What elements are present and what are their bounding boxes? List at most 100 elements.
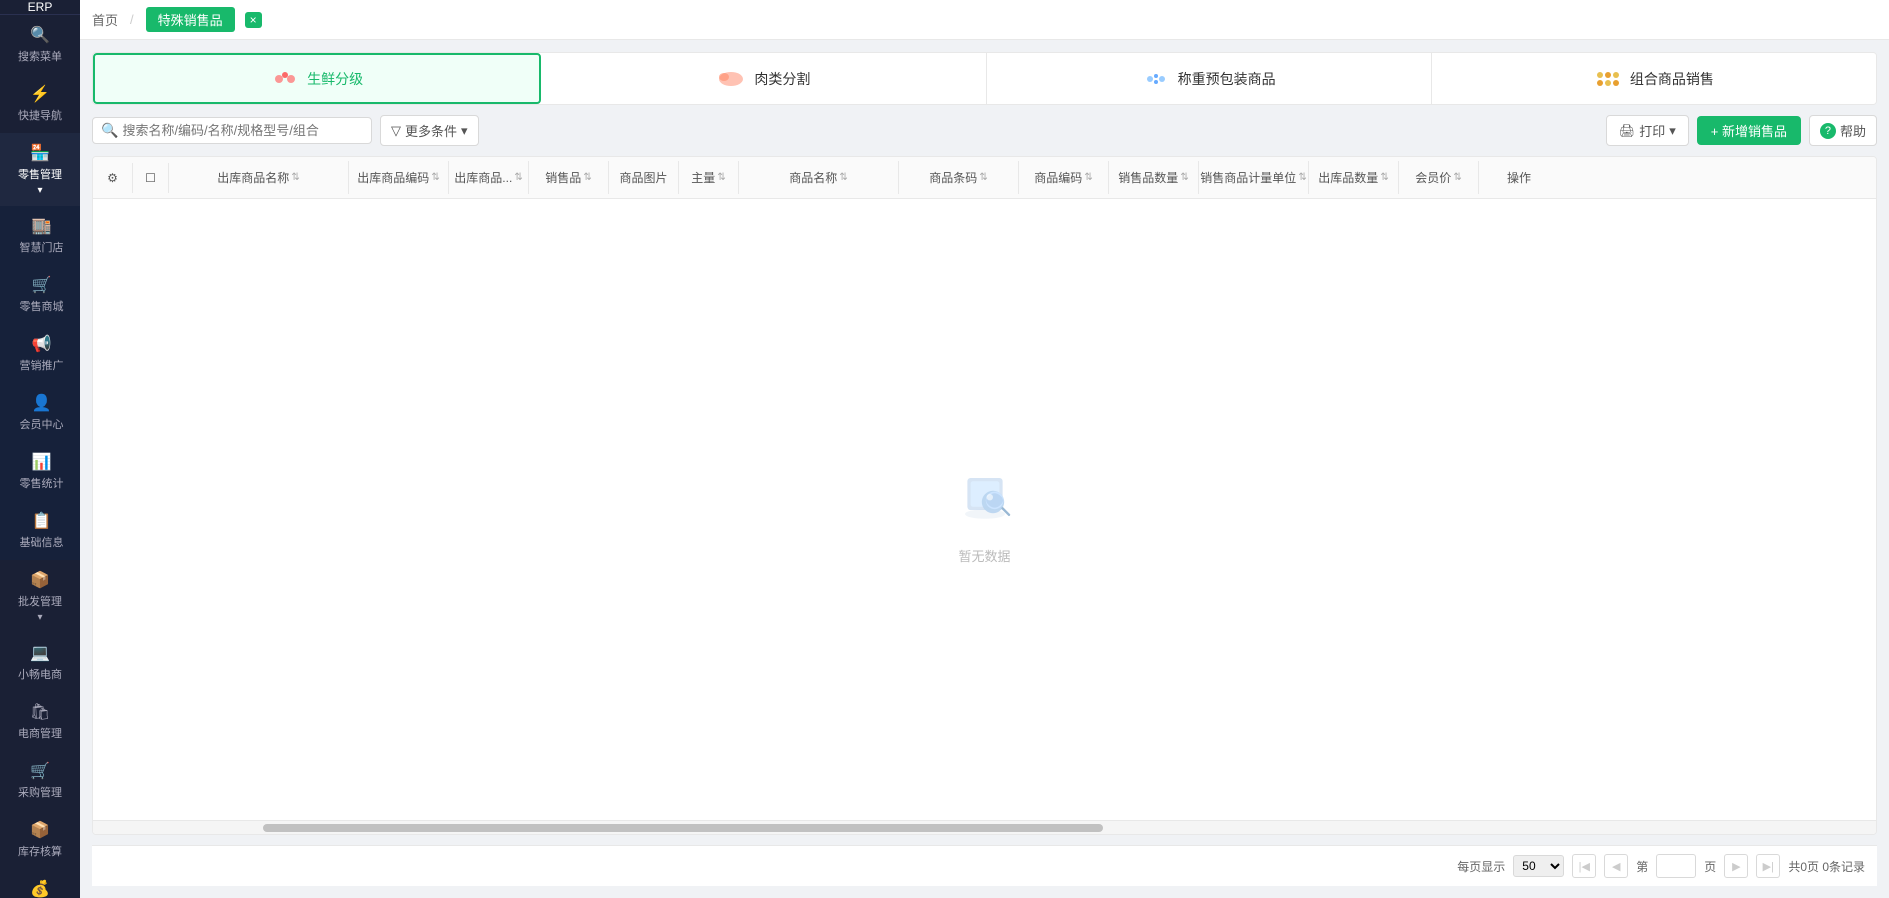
breadcrumb-active-tab[interactable]: 特殊销售品	[146, 7, 235, 32]
toolbar-left: 🔍 ▽ 更多条件 ▾	[92, 115, 479, 146]
sidebar-item-ecom-mgmt[interactable]: 🛍 电商管理	[0, 692, 80, 751]
sidebar-item-search-menu[interactable]: 🔍 搜索菜单	[0, 15, 80, 74]
print-label: 打印	[1639, 121, 1665, 140]
total-label: 共0页 0条记录	[1788, 858, 1865, 875]
search-box[interactable]: 🔍	[92, 117, 372, 144]
th-saleitem[interactable]: 销售品 ⇅	[529, 161, 609, 194]
basic-info-icon: 📋	[32, 511, 52, 531]
sort-icon: ⇅	[1180, 172, 1188, 183]
page-input[interactable]: 1	[1656, 854, 1696, 878]
mini-ecom-icon: 💻	[30, 643, 50, 663]
th-op-label: 操作	[1507, 169, 1531, 186]
sort-icon: ⇅	[717, 172, 725, 183]
tab-weight-pack[interactable]: 称重预包装商品	[987, 53, 1432, 104]
th-settings[interactable]: ⚙	[93, 163, 133, 193]
th-main[interactable]: 主量 ⇅	[679, 161, 739, 194]
last-page-btn[interactable]: ▶|	[1756, 854, 1780, 878]
th-goodsname[interactable]: 商品名称 ⇅	[739, 161, 899, 194]
sort-icon: ⇅	[1084, 172, 1092, 183]
filter-button[interactable]: ▽ 更多条件 ▾	[380, 115, 479, 146]
th-outsku[interactable]: 出库商品... ⇅	[449, 161, 529, 194]
sidebar-item-label: 零售商城	[20, 298, 64, 314]
th-saleqty[interactable]: 销售品数量 ⇅	[1109, 161, 1199, 194]
th-goodscode[interactable]: 商品编码 ⇅	[1019, 161, 1109, 194]
sidebar-item-basic-info[interactable]: 📋 基础信息	[0, 501, 80, 560]
sort-icon: ⇅	[1380, 172, 1388, 183]
breadcrumb-separator: /	[130, 12, 134, 27]
tab-close-btn[interactable]: ×	[245, 12, 262, 28]
sidebar-item-label: 会员中心	[20, 416, 64, 432]
page-size-label: 每页显示	[1457, 858, 1505, 875]
tab-row: 生鲜分级 肉类分割	[92, 52, 1877, 105]
ecom-mgmt-icon: 🛍	[30, 702, 50, 722]
breadcrumb-home[interactable]: 首页	[92, 10, 118, 29]
first-page-btn[interactable]: |◀	[1572, 854, 1596, 878]
th-outsku-label: 出库商品...	[454, 169, 512, 186]
sidebar-item-label: 快捷导航	[18, 107, 62, 123]
print-icon: 🖨	[1619, 123, 1636, 139]
retail-stats-icon: 📊	[32, 452, 52, 472]
th-outname[interactable]: 出库商品名称 ⇅	[169, 161, 349, 194]
tab-combo-sale[interactable]: 组合商品销售	[1432, 53, 1876, 104]
search-input[interactable]	[122, 123, 363, 138]
add-label: + 新增销售品	[1711, 121, 1787, 140]
sidebar-item-label: 零售管理	[18, 166, 62, 182]
chevron-down-icon: ▾	[37, 612, 42, 623]
help-button[interactable]: ? 帮助	[1809, 115, 1877, 146]
th-memberprice-label: 会员价	[1415, 169, 1451, 186]
sidebar-item-label: 库存核算	[18, 843, 62, 859]
sidebar-item-smart-store[interactable]: 🏬 智慧门店	[0, 206, 80, 265]
sidebar-item-retail-mgmt[interactable]: 🏪 零售管理 ▾	[0, 133, 80, 206]
sidebar-item-quick-nav[interactable]: ⚡ 快捷导航	[0, 74, 80, 133]
prev-page-btn[interactable]: ◀	[1604, 854, 1628, 878]
inventory-icon: 📦	[30, 820, 50, 840]
sidebar-item-sales-promo[interactable]: 📢 营销推广	[0, 324, 80, 383]
chevron-down-icon: ▾	[461, 123, 468, 139]
sidebar-item-retail-mall[interactable]: 🛒 零售商城	[0, 265, 80, 324]
th-saleitem-label: 销售品	[545, 169, 581, 186]
tab-fresh-grade[interactable]: 生鲜分级	[93, 53, 541, 104]
sidebar-item-finance[interactable]: 💰 资金管理	[0, 869, 80, 898]
smart-store-icon: 🏬	[32, 216, 52, 236]
sidebar-item-label: 电商管理	[18, 725, 62, 741]
sidebar-item-label: 零售统计	[20, 475, 64, 491]
th-barcode[interactable]: 商品条码 ⇅	[899, 161, 1019, 194]
sidebar-item-wholesale-mgmt[interactable]: 📦 批发管理 ▾	[0, 560, 80, 633]
top-nav: 首页 / 特殊销售品 ×	[80, 0, 1889, 40]
finance-icon: 💰	[30, 879, 50, 898]
th-outcode[interactable]: 出库商品编码 ⇅	[349, 161, 449, 194]
th-memberprice[interactable]: 会员价 ⇅	[1399, 161, 1479, 194]
sort-icon: ⇅	[514, 172, 522, 183]
next-page-btn[interactable]: ▶	[1724, 854, 1748, 878]
th-check[interactable]: ☐	[133, 163, 169, 193]
th-saleunit[interactable]: 销售商品计量单位 ⇅	[1199, 161, 1309, 194]
th-img[interactable]: 商品图片	[609, 161, 679, 194]
purchase-mgmt-icon: 🛒	[30, 761, 50, 781]
th-outqty[interactable]: 出库品数量 ⇅	[1309, 161, 1399, 194]
table-container: ⚙ ☐ 出库商品名称 ⇅ 出库商品编码 ⇅ 出库商品... ⇅	[92, 156, 1877, 835]
retail-mall-icon: 🛒	[32, 275, 52, 295]
page-label: 第	[1636, 858, 1648, 875]
sidebar-item-purchase-mgmt[interactable]: 🛒 采购管理	[0, 751, 80, 810]
scrollbar-thumb[interactable]	[263, 824, 1103, 832]
tab-meat-cut-label: 肉类分割	[754, 69, 810, 89]
sidebar-item-mini-ecom[interactable]: 💻 小畅电商	[0, 633, 80, 692]
toolbar-row: 🔍 ▽ 更多条件 ▾ 🖨 打印 ▾ + 新增销售品	[92, 115, 1877, 146]
tab-fresh-grade-label: 生鲜分级	[307, 69, 363, 89]
checkbox-icon: ☐	[145, 171, 156, 185]
page-size-select[interactable]: 50 10 20 100	[1513, 855, 1564, 877]
tab-meat-cut[interactable]: 肉类分割	[541, 53, 986, 104]
horizontal-scrollbar[interactable]	[93, 820, 1876, 834]
pagination-row: 每页显示 50 10 20 100 |◀ ◀ 第 1 页 ▶ ▶| 共0页 0条…	[92, 845, 1877, 886]
sidebar-item-inventory[interactable]: 📦 库存核算	[0, 810, 80, 869]
sort-icon: ⇅	[431, 172, 439, 183]
sidebar-item-retail-stats[interactable]: 📊 零售统计	[0, 442, 80, 501]
empty-state: 暂无数据	[93, 199, 1876, 820]
th-main-label: 主量	[691, 169, 715, 186]
sidebar-item-member-center[interactable]: 👤 会员中心	[0, 383, 80, 442]
main-content: 首页 / 特殊销售品 × 生鲜分级	[80, 0, 1889, 898]
add-button[interactable]: + 新增销售品	[1697, 116, 1801, 145]
th-saleunit-label: 销售商品计量单位	[1200, 169, 1296, 186]
print-button[interactable]: 🖨 打印 ▾	[1606, 115, 1689, 146]
toolbar-right: 🖨 打印 ▾ + 新增销售品 ? 帮助	[1606, 115, 1877, 146]
